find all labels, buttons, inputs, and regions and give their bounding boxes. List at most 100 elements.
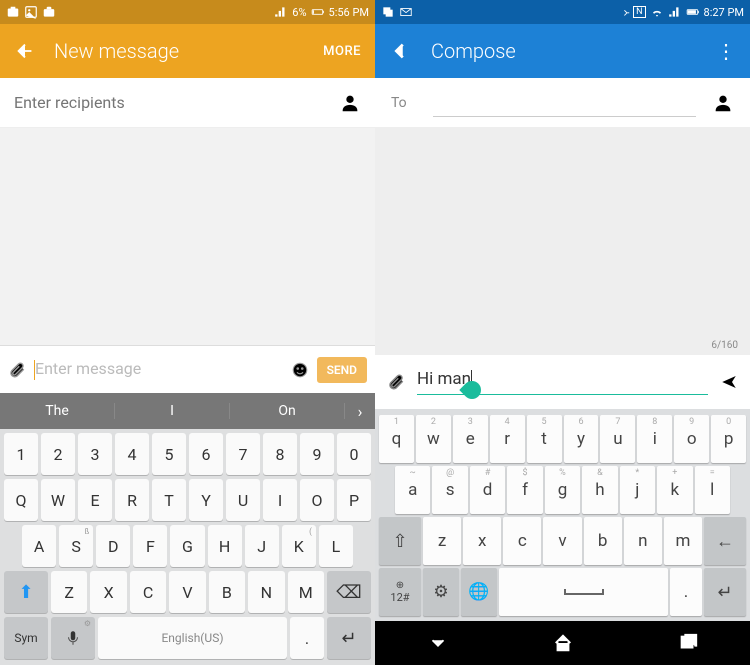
letter-key[interactable]: #d [470, 466, 505, 514]
message-input[interactable]: Enter message [34, 359, 283, 380]
letter-key[interactable]: 6y [564, 415, 599, 463]
letter-key[interactable]: Y [189, 479, 223, 521]
space-key[interactable] [499, 568, 668, 616]
language-key[interactable]: 🌐 [461, 568, 497, 616]
send-button[interactable]: SEND [317, 357, 367, 383]
space-key[interactable]: English(US) [98, 617, 287, 659]
letter-key[interactable]: $f [507, 466, 542, 514]
shift-key[interactable]: ⇧ [379, 517, 421, 565]
letter-key[interactable]: &h [582, 466, 617, 514]
letter-key[interactable]: N [248, 571, 284, 613]
letter-key[interactable]: E [78, 479, 112, 521]
letter-key[interactable]: U [226, 479, 260, 521]
message-body: 6/160 [375, 128, 750, 355]
attachment-icon[interactable] [8, 361, 26, 379]
number-key[interactable]: 4 [115, 433, 149, 475]
letter-key[interactable]: O [300, 479, 334, 521]
letter-key[interactable]: 3e [453, 415, 488, 463]
attachment-icon[interactable] [387, 373, 405, 391]
suggestion-word[interactable]: The [0, 403, 115, 419]
period-key[interactable]: . [670, 568, 702, 616]
letter-key[interactable]: %g [545, 466, 580, 514]
letter-key[interactable]: @s [432, 466, 467, 514]
letter-key[interactable]: *j [620, 466, 655, 514]
letter-key[interactable]: T [152, 479, 186, 521]
letter-key[interactable]: 1q [379, 415, 414, 463]
enter-key[interactable]: ↵ [704, 568, 746, 616]
back-chevron-icon[interactable] [389, 40, 411, 62]
contact-icon[interactable] [712, 92, 734, 114]
overflow-menu-icon[interactable]: ⋮ [716, 39, 736, 63]
letter-key[interactable]: P [337, 479, 371, 521]
letter-key[interactable]: 0p [711, 415, 746, 463]
backspace-key[interactable]: ⌫ [327, 571, 371, 613]
number-key[interactable]: 1 [4, 433, 38, 475]
recipients-input[interactable] [433, 116, 696, 117]
letter-key[interactable]: Z [51, 571, 87, 613]
number-key[interactable]: 6 [189, 433, 223, 475]
contact-icon[interactable] [339, 92, 361, 114]
letter-key[interactable]: V [169, 571, 205, 613]
letter-key[interactable]: 4r [490, 415, 525, 463]
letter-key[interactable]: K( [282, 525, 316, 567]
letter-key[interactable]: C [130, 571, 166, 613]
number-key[interactable]: 0 [337, 433, 371, 475]
send-icon[interactable] [720, 373, 738, 391]
letter-key[interactable]: x [463, 517, 501, 565]
number-key[interactable]: 2 [41, 433, 75, 475]
letter-key[interactable]: ~a [395, 466, 430, 514]
letter-key[interactable]: Q [4, 479, 38, 521]
number-key[interactable]: 9 [300, 433, 334, 475]
letter-key[interactable]: H [208, 525, 242, 567]
letter-key[interactable]: R [115, 479, 149, 521]
letter-key[interactable]: m [664, 517, 702, 565]
back-arrow-icon[interactable] [14, 40, 36, 62]
letter-key[interactable]: J [245, 525, 279, 567]
nav-recent-icon[interactable] [677, 632, 699, 654]
nav-home-icon[interactable] [552, 632, 574, 654]
letter-key[interactable]: M [288, 571, 324, 613]
number-key[interactable]: 7 [226, 433, 260, 475]
period-key[interactable]: . [290, 617, 324, 659]
letter-key[interactable]: X [90, 571, 126, 613]
nav-back-icon[interactable] [427, 632, 449, 654]
letter-key[interactable]: I [263, 479, 297, 521]
suggestion-expand-icon[interactable]: › [345, 402, 375, 421]
enter-key[interactable]: ↵ [327, 617, 371, 659]
mic-key[interactable]: ⚙ [51, 617, 95, 659]
letter-key[interactable]: 8i [637, 415, 672, 463]
backspace-key[interactable]: ← [704, 517, 746, 565]
more-button[interactable]: MORE [323, 44, 361, 59]
letter-key[interactable]: Sß [59, 525, 93, 567]
recipients-row [0, 78, 375, 128]
number-key[interactable]: 5 [152, 433, 186, 475]
letter-key[interactable]: 9o [674, 415, 709, 463]
settings-key[interactable]: ⚙ [423, 568, 459, 616]
letter-key[interactable]: 7u [600, 415, 635, 463]
shift-key[interactable]: ⬆ [4, 571, 48, 613]
emoji-icon[interactable] [291, 361, 309, 379]
letter-key[interactable]: G [170, 525, 204, 567]
number-key[interactable]: 3 [78, 433, 112, 475]
letter-key[interactable]: z [423, 517, 461, 565]
letter-key[interactable]: 2w [416, 415, 451, 463]
letter-key[interactable]: D [96, 525, 130, 567]
suggestion-word[interactable]: I [115, 403, 230, 419]
numeric-switch-key[interactable]: ⊕12# [379, 568, 421, 616]
letter-key[interactable]: A [22, 525, 56, 567]
letter-key[interactable]: B [209, 571, 245, 613]
letter-key[interactable]: W [41, 479, 75, 521]
letter-key[interactable]: L [319, 525, 353, 567]
recipients-input[interactable] [14, 93, 339, 112]
letter-key[interactable]: +k [657, 466, 692, 514]
letter-key[interactable]: n [624, 517, 662, 565]
letter-key[interactable]: b [584, 517, 622, 565]
number-key[interactable]: 8 [263, 433, 297, 475]
suggestion-word[interactable]: On [230, 403, 345, 419]
symbols-key[interactable]: Sym [4, 617, 48, 659]
letter-key[interactable]: F [133, 525, 167, 567]
letter-key[interactable]: c [503, 517, 541, 565]
letter-key[interactable]: =l [695, 466, 730, 514]
letter-key[interactable]: 5t [527, 415, 562, 463]
letter-key[interactable]: v [543, 517, 581, 565]
